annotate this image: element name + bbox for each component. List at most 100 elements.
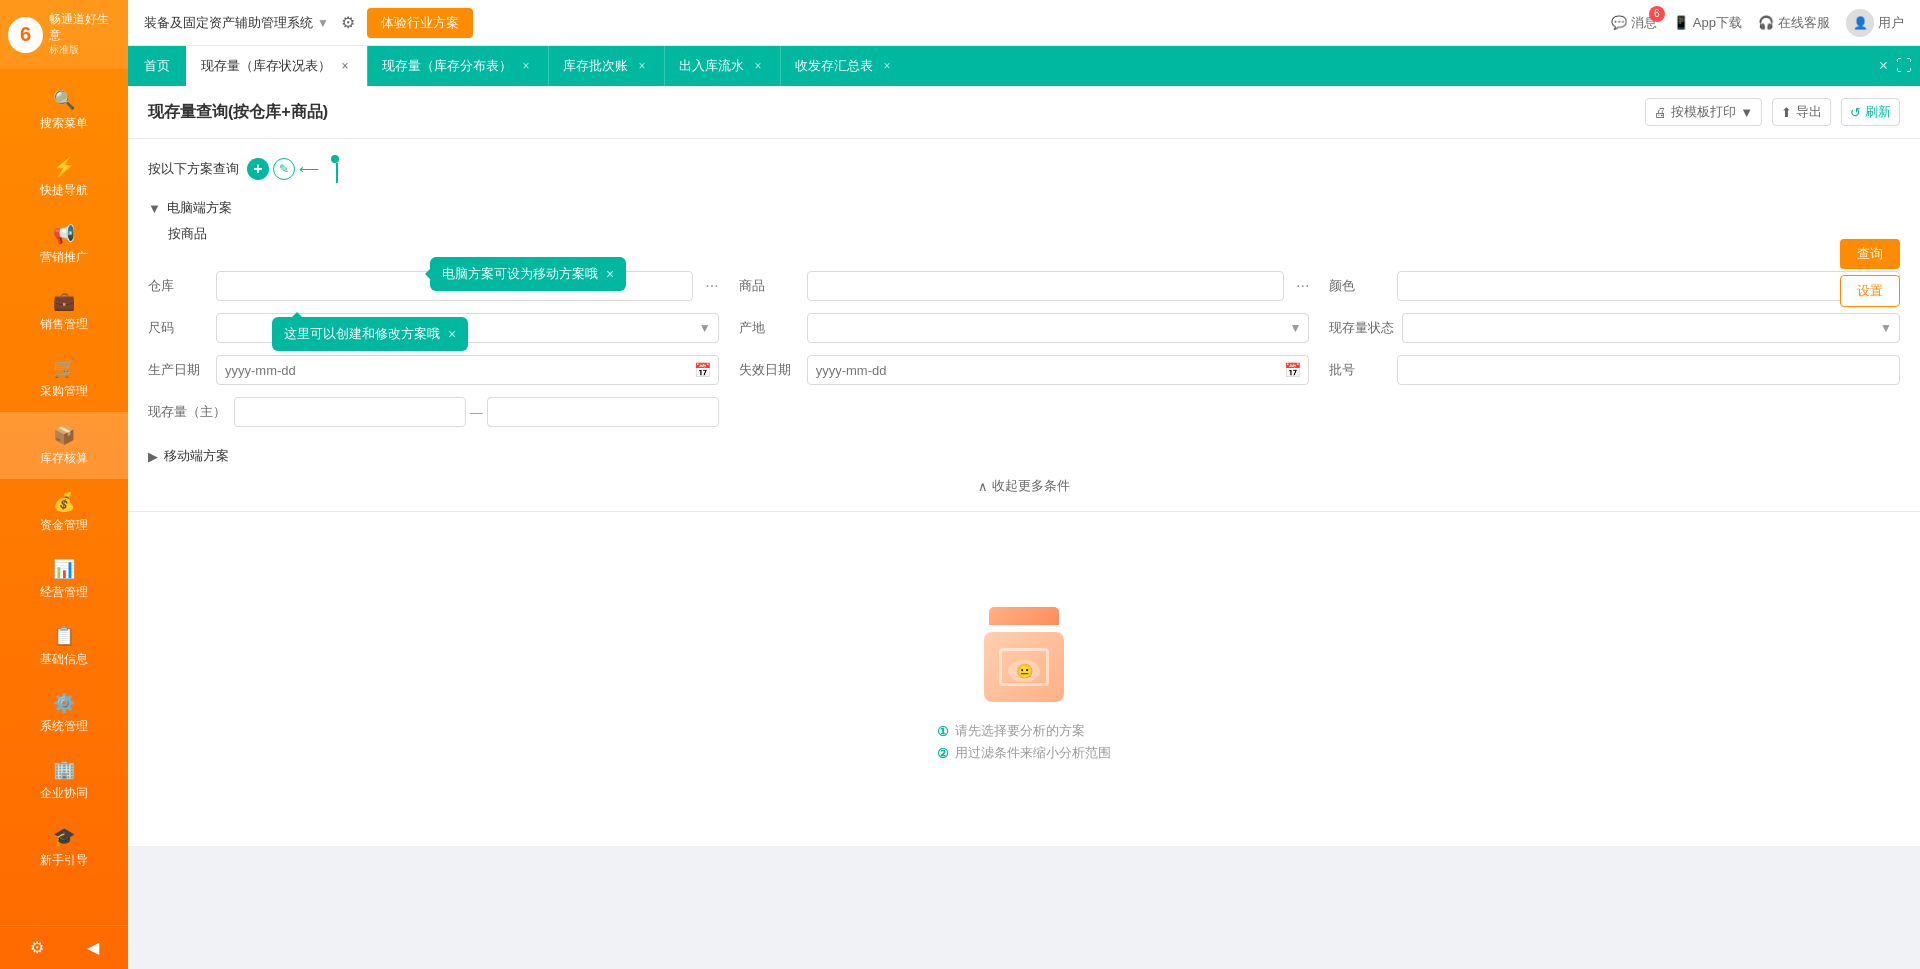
sidebar-item-search-menu[interactable]: 🔍 搜索菜单 xyxy=(0,77,128,144)
user-area[interactable]: 👤 用户 xyxy=(1846,9,1904,37)
filter-arrow-button[interactable]: ⟵ xyxy=(299,161,319,177)
stock-qty-min-input[interactable] xyxy=(234,397,466,427)
tooltip-2-close[interactable]: × xyxy=(448,326,456,342)
color-select[interactable] xyxy=(1397,271,1900,301)
sidebar-item-basics[interactable]: 📋 基础信息 xyxy=(0,613,128,680)
tab-inventory-dist[interactable]: 现存量（库存分布表） × xyxy=(367,46,548,86)
tab-home[interactable]: 首页 xyxy=(128,46,186,86)
sidebar-collapse-btn[interactable]: ◀ xyxy=(87,938,99,957)
filter-row-color: 颜色 ▼ xyxy=(1329,271,1900,301)
stock-status-select[interactable] xyxy=(1402,313,1900,343)
mobile-scheme-item[interactable]: ▶ 移动端方案 xyxy=(148,443,1900,469)
mobile-scheme-arrow-icon[interactable]: ▶ xyxy=(148,449,158,464)
sidebar-item-guide[interactable]: 🎓 新手引导 xyxy=(0,814,128,881)
refresh-button[interactable]: ↺ 刷新 xyxy=(1841,98,1900,126)
pc-scheme-arrow-icon[interactable]: ▼ xyxy=(148,201,161,216)
origin-select[interactable] xyxy=(807,313,1310,343)
pc-scheme-label: 电脑端方案 xyxy=(167,199,232,217)
collapse-conditions-button[interactable]: ∧ 收起更多条件 xyxy=(978,477,1070,495)
search-button[interactable]: 查询 xyxy=(1840,239,1900,269)
system-icon: ⚙️ xyxy=(53,692,75,714)
produce-date-wrapper: 📅 xyxy=(216,355,719,385)
print-template-button[interactable]: 🖨 按模板打印 ▼ xyxy=(1645,98,1762,126)
sidebar-settings-btn[interactable]: ⚙ xyxy=(30,938,44,957)
sidebar-item-sales[interactable]: 💼 销售管理 xyxy=(0,278,128,345)
dot-line xyxy=(336,163,338,183)
tab-summary-close[interactable]: × xyxy=(879,58,895,74)
message-icon: 💬 xyxy=(1611,15,1627,30)
produce-date-input[interactable] xyxy=(216,355,719,385)
dot-top xyxy=(331,155,339,163)
filter-edit-button[interactable]: ✎ xyxy=(273,158,295,180)
filter-header: 按以下方案查询 + ✎ ⟵ xyxy=(148,155,1900,183)
online-support-btn[interactable]: 🎧 在线客服 xyxy=(1758,14,1830,32)
export-button[interactable]: ⬆ 导出 xyxy=(1772,98,1831,126)
filter-label: 按以下方案查询 xyxy=(148,160,239,178)
collapse-label: 收起更多条件 xyxy=(992,477,1070,495)
refresh-label: 刷新 xyxy=(1865,103,1891,121)
message-btn[interactable]: 💬 6 消息 xyxy=(1611,14,1657,32)
size-label: 尺码 xyxy=(148,319,208,337)
color-label: 颜色 xyxy=(1329,277,1389,295)
sidebar-item-enterprise[interactable]: 🏢 企业协同 xyxy=(0,747,128,814)
tab-close-all-btn[interactable]: × xyxy=(1879,57,1888,75)
empty-illustration: 😐 xyxy=(964,592,1084,702)
app-download-btn[interactable]: 📱 App下载 xyxy=(1673,14,1742,32)
goods-more-icon[interactable]: ··· xyxy=(1296,277,1309,295)
stock-status-label: 现存量状态 xyxy=(1329,319,1394,337)
chevron-down-icon: ▼ xyxy=(317,16,329,30)
industry-plan-button[interactable]: 体验行业方案 xyxy=(367,8,473,38)
sidebar-item-system[interactable]: ⚙️ 系统管理 xyxy=(0,680,128,747)
set-button[interactable]: 设置 xyxy=(1840,275,1900,307)
phone-icon: 📱 xyxy=(1673,15,1689,30)
tooltip-1-close[interactable]: × xyxy=(606,266,614,282)
logo-badge: 标准版 xyxy=(49,43,120,57)
sidebar-logo[interactable]: 6 畅通道好生意 标准版 xyxy=(0,0,128,69)
batch-input[interactable] xyxy=(1397,355,1900,385)
sidebar-item-label-operations: 经营管理 xyxy=(40,584,88,601)
pc-scheme-item[interactable]: ▼ 电脑端方案 xyxy=(148,195,1900,221)
tab-inventory-status[interactable]: 现存量（库存状况表） × xyxy=(186,46,367,86)
batch-label: 批号 xyxy=(1329,361,1389,379)
origin-select-wrapper: ▼ xyxy=(807,313,1310,343)
tooltip-create-scheme: 这里可以创建和修改方案哦 × xyxy=(272,317,468,351)
tab-batch-close[interactable]: × xyxy=(634,58,650,74)
enterprise-icon: 🏢 xyxy=(53,759,75,781)
tab-summary[interactable]: 收发存汇总表 × xyxy=(780,46,909,86)
sidebar-item-purchase[interactable]: 🛒 采购管理 xyxy=(0,345,128,412)
inventory-icon: 📦 xyxy=(53,424,75,446)
sidebar-item-operations[interactable]: 📊 经营管理 xyxy=(0,546,128,613)
warehouse-more-icon[interactable]: ··· xyxy=(705,277,718,295)
stock-qty-max-input[interactable] xyxy=(487,397,719,427)
tab-inventory-dist-close[interactable]: × xyxy=(518,58,534,74)
sidebar-item-label-finance: 资金管理 xyxy=(40,517,88,534)
system-select[interactable]: 装备及固定资产辅助管理系统 ▼ xyxy=(144,14,329,32)
sidebar-item-label-marketing: 营销推广 xyxy=(40,249,88,266)
pc-scheme-sub-item[interactable]: 按商品 xyxy=(168,221,1900,247)
online-support-label: 在线客服 xyxy=(1778,14,1830,32)
tab-inout-close[interactable]: × xyxy=(750,58,766,74)
sales-icon: 💼 xyxy=(53,290,75,312)
settings-gear-icon[interactable]: ⚙ xyxy=(341,13,355,32)
sidebar-item-label-system: 系统管理 xyxy=(40,718,88,735)
logo-name: 畅通道好生意 xyxy=(49,12,120,43)
goods-input[interactable] xyxy=(807,271,1284,301)
sidebar-item-inventory[interactable]: 📦 库存核算 xyxy=(0,412,128,479)
tab-batch[interactable]: 库存批次账 × xyxy=(548,46,664,86)
logo-icon: 6 xyxy=(8,17,43,53)
sidebar-item-label-guide: 新手引导 xyxy=(40,852,88,869)
stock-qty-range: — xyxy=(234,397,719,427)
quick-nav-icon: ⚡ xyxy=(53,156,75,178)
tab-inout[interactable]: 出入库流水 × xyxy=(664,46,780,86)
system-name: 装备及固定资产辅助管理系统 xyxy=(144,14,313,32)
mobile-scheme-area: ▶ 移动端方案 xyxy=(148,443,1900,469)
export-label: 导出 xyxy=(1796,103,1822,121)
sidebar-item-marketing[interactable]: 📢 营销推广 xyxy=(0,211,128,278)
tab-inventory-status-close[interactable]: × xyxy=(337,58,353,74)
sidebar-item-quick-nav[interactable]: ⚡ 快捷导航 xyxy=(0,144,128,211)
main-content: 现存量查询(按仓库+商品) 🖨 按模板打印 ▼ ⬆ 导出 ↺ 刷新 按以下方案查… xyxy=(128,86,1920,969)
tab-fullscreen-btn[interactable]: ⛶ xyxy=(1896,57,1912,75)
filter-add-button[interactable]: + xyxy=(247,158,269,180)
expire-date-input[interactable] xyxy=(807,355,1310,385)
sidebar-item-finance[interactable]: 💰 资金管理 xyxy=(0,479,128,546)
